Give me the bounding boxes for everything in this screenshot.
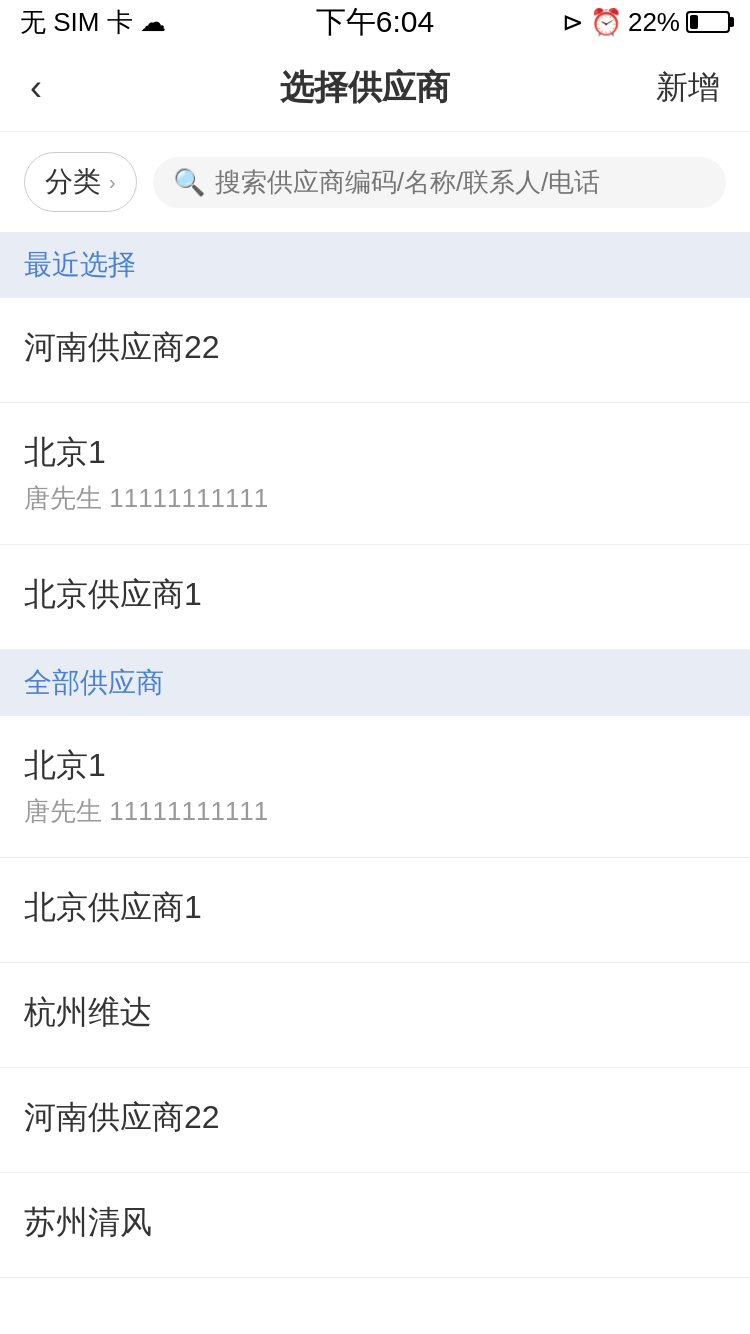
item-name: 北京1 — [24, 744, 726, 788]
status-time: 下午6:04 — [316, 2, 434, 43]
item-sub: 唐先生 11111111111 — [24, 481, 726, 516]
list-item[interactable]: 杭州维达 — [0, 963, 750, 1068]
category-button[interactable]: 分类 › — [24, 152, 137, 212]
nav-bar: ‹ 选择供应商 新增 — [0, 44, 750, 132]
page-title: 选择供应商 — [280, 65, 450, 111]
item-name: 河南供应商22 — [24, 1096, 726, 1140]
item-sub: 唐先生 11111111111 — [24, 794, 726, 829]
search-input-wrap: 🔍 — [153, 157, 726, 208]
battery-icon — [686, 11, 730, 33]
status-left: 无 SIM 卡 ☁ — [20, 5, 166, 40]
all-section-label: 全部供应商 — [24, 667, 164, 698]
item-name: 河南供应商22 — [24, 326, 726, 370]
search-input[interactable] — [215, 167, 706, 198]
status-bar: 无 SIM 卡 ☁ 下午6:04 ⊳ ⏰ 22% — [0, 0, 750, 44]
no-sim-text: 无 SIM 卡 ☁ — [20, 5, 166, 40]
item-name: 北京供应商1 — [24, 886, 726, 930]
list-item[interactable]: 北京供应商1 — [0, 858, 750, 963]
all-list: 北京1 唐先生 11111111111 北京供应商1 杭州维达河南供应商22 苏州清风 — [0, 716, 750, 1278]
list-item[interactable]: 苏州清风 — [0, 1173, 750, 1278]
location-icon: ⊳ — [562, 7, 584, 38]
list-item[interactable]: 北京1 唐先生 11111111111 — [0, 716, 750, 858]
list-item[interactable]: 北京1 唐先生 11111111111 — [0, 403, 750, 545]
recent-section-header: 最近选择 — [0, 232, 750, 298]
back-button[interactable]: ‹ — [30, 67, 90, 109]
search-bar: 分类 › 🔍 — [0, 132, 750, 232]
chevron-right-icon: › — [109, 171, 116, 194]
search-icon: 🔍 — [173, 167, 205, 198]
item-name: 北京供应商1 — [24, 573, 726, 617]
recent-list: 河南供应商22 北京1 唐先生 11111111111 北京供应商1 — [0, 298, 750, 650]
item-name: 苏州清风 — [24, 1201, 726, 1245]
category-label: 分类 — [45, 163, 101, 201]
item-name: 北京1 — [24, 431, 726, 475]
list-item[interactable]: 河南供应商22 — [0, 298, 750, 403]
all-section-header: 全部供应商 — [0, 650, 750, 716]
item-name: 杭州维达 — [24, 991, 726, 1035]
recent-section-label: 最近选择 — [24, 249, 136, 280]
list-item[interactable]: 北京供应商1 — [0, 545, 750, 650]
battery-percent: 22% — [628, 7, 680, 38]
add-button[interactable]: 新增 — [640, 66, 720, 110]
alarm-icon: ⏰ — [590, 7, 622, 38]
list-item[interactable]: 河南供应商22 — [0, 1068, 750, 1173]
status-right: ⊳ ⏰ 22% — [562, 7, 730, 38]
